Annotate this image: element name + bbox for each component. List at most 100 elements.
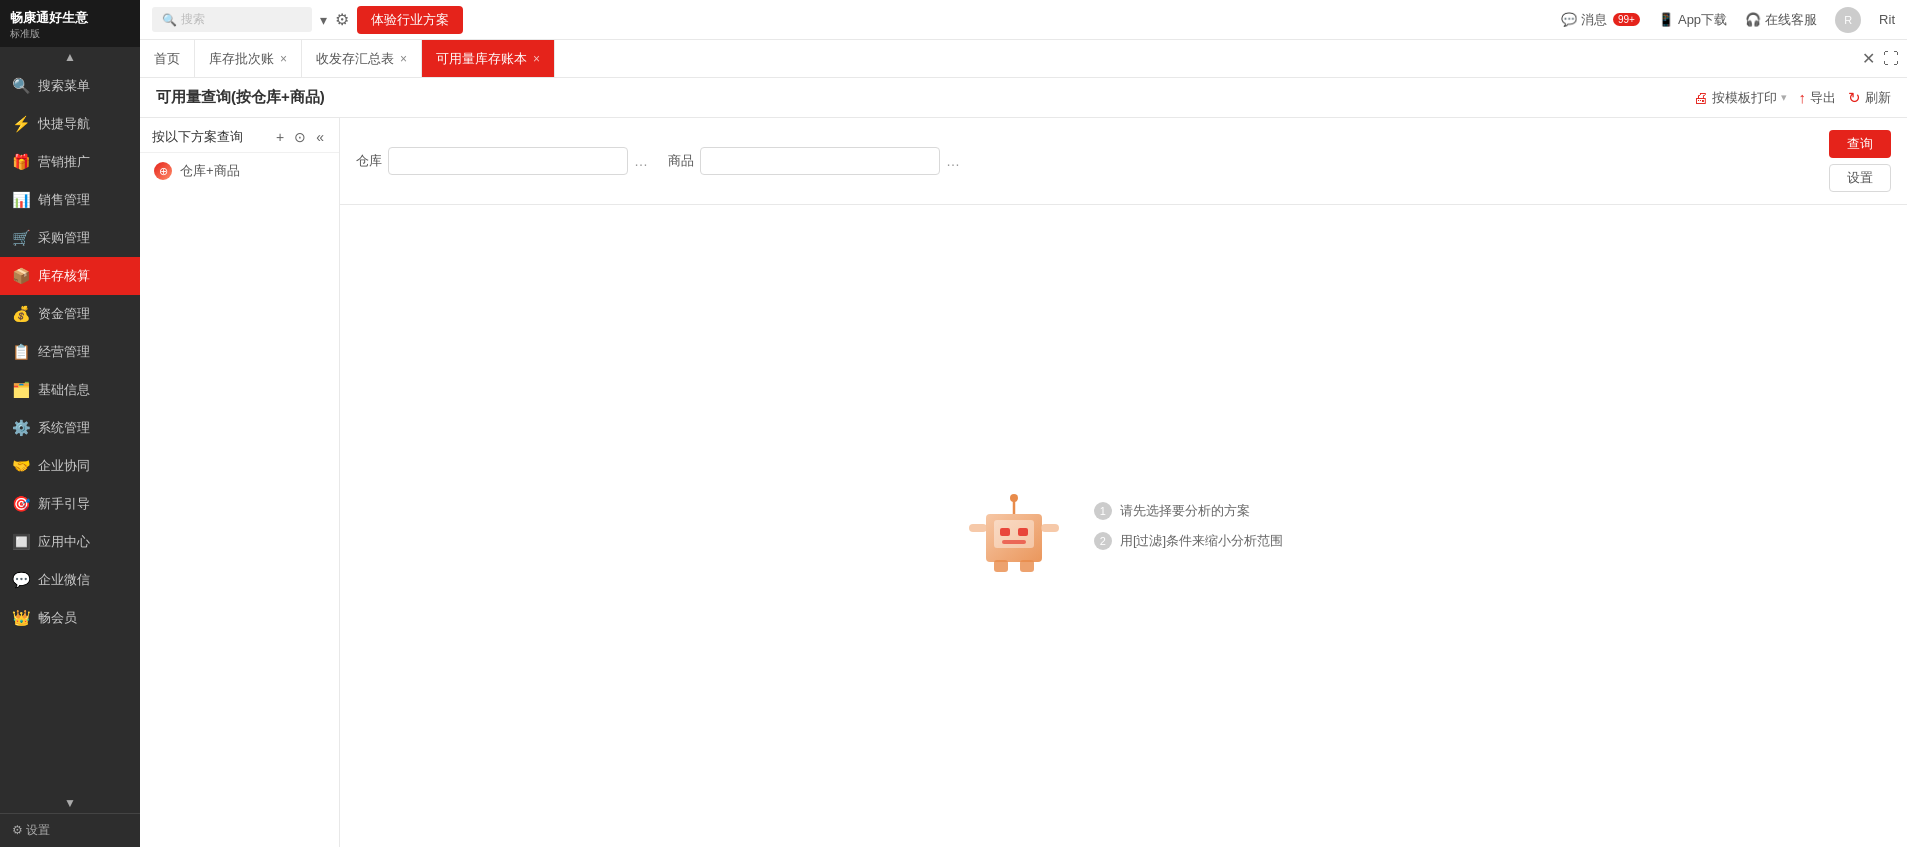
app-download-button[interactable]: 📱 App下载 <box>1658 11 1727 29</box>
sidebar-label-basic-info: 基础信息 <box>38 381 90 399</box>
tab-batch-account[interactable]: 库存批次账 × <box>195 40 302 77</box>
tab-home[interactable]: 首页 <box>140 40 195 77</box>
sidebar-item-new-guide[interactable]: 🎯 新手引导 <box>0 485 140 523</box>
svg-rect-4 <box>1002 540 1026 544</box>
add-scheme-button[interactable]: + <box>273 128 287 146</box>
export-button[interactable]: ↑ 导出 <box>1799 89 1837 107</box>
sidebar-icon-vip-member: 👑 <box>12 609 30 627</box>
sidebar-item-app-center[interactable]: 🔲 应用中心 <box>0 523 140 561</box>
sidebar-item-shortcut[interactable]: ⚡ 快捷导航 <box>0 105 140 143</box>
sidebar-item-enterprise-wechat[interactable]: 💬 企业微信 <box>0 561 140 599</box>
print-button[interactable]: 🖨 按模板打印 ▾ <box>1693 89 1787 107</box>
sidebar-label-search: 搜索菜单 <box>38 77 90 95</box>
refresh-button[interactable]: ↻ 刷新 <box>1848 89 1891 107</box>
trial-industry-button[interactable]: 体验行业方案 <box>357 6 463 34</box>
tab-close-receive-summary[interactable]: × <box>400 52 407 66</box>
sidebar-icon-sys-mgmt: ⚙️ <box>12 419 30 437</box>
tab-close-available-stock[interactable]: × <box>533 52 540 66</box>
sidebar-label-sales-mgmt: 销售管理 <box>38 191 90 209</box>
sidebar-icon-enterprise-collab: 🤝 <box>12 457 30 475</box>
hint-number-1: 1 <box>1094 502 1112 520</box>
app-download-label: App下载 <box>1678 11 1727 29</box>
tab-label-batch-account: 库存批次账 <box>209 50 274 68</box>
export-label: 导出 <box>1810 89 1836 107</box>
topbar-gear-icon[interactable]: ⚙ <box>335 10 349 29</box>
sidebar-icon-stock-accounting: 📦 <box>12 267 30 285</box>
product-filter-field: 商品 … <box>668 147 960 175</box>
sidebar-item-sys-mgmt[interactable]: ⚙️ 系统管理 <box>0 409 140 447</box>
svg-rect-7 <box>969 524 987 532</box>
sidebar-item-fund-mgmt[interactable]: 💰 资金管理 <box>0 295 140 333</box>
sidebar-icon-shortcut: ⚡ <box>12 115 30 133</box>
search-icon: 🔍 <box>162 13 177 27</box>
sidebar-label-stock-accounting: 库存核算 <box>38 267 90 285</box>
sidebar-label-vip-member: 畅会员 <box>38 609 77 627</box>
filter-items-list: ⊕ 仓库+商品 <box>140 153 339 189</box>
avatar[interactable]: R <box>1835 7 1861 33</box>
sidebar-icon-search: 🔍 <box>12 77 30 95</box>
tab-receive-summary[interactable]: 收发存汇总表× <box>302 40 422 77</box>
empty-state: 1 请先选择要分析的方案 2 用[过滤]条件来缩小分析范围 <box>340 205 1907 847</box>
sidebar-item-ops-mgmt[interactable]: 📋 经营管理 <box>0 333 140 371</box>
sidebar-item-purchase-mgmt[interactable]: 🛒 采购管理 <box>0 219 140 257</box>
tabs-bar: 首页库存批次账×收发存汇总表×可用量库存账本× ✕ ⛶ <box>140 40 1907 78</box>
close-tab-button[interactable]: ✕ <box>1862 49 1875 68</box>
topbar: 🔍 搜索 ▾ ⚙ 体验行业方案 💬 消息 99+ 📱 App下载 🎧 在线客服 … <box>140 0 1907 40</box>
sidebar-header: 畅康通好生意 标准版 <box>0 0 140 47</box>
sidebar-icon-new-guide: 🎯 <box>12 495 30 513</box>
sidebar-label-shortcut: 快捷导航 <box>38 115 90 133</box>
print-dropdown-icon[interactable]: ▾ <box>1781 91 1787 104</box>
product-input[interactable] <box>700 147 940 175</box>
tab-available-stock[interactable]: 可用量库存账本 × <box>422 40 555 77</box>
sidebar-item-stock-accounting[interactable]: 📦 库存核算 <box>0 257 140 295</box>
settings-scheme-button[interactable]: ⊙ <box>291 128 309 146</box>
collapse-panel-button[interactable]: « <box>313 128 327 146</box>
product-label: 商品 <box>668 152 694 170</box>
export-icon: ↑ <box>1799 89 1807 106</box>
empty-hints: 1 请先选择要分析的方案 2 用[过滤]条件来缩小分析范围 <box>1094 502 1283 550</box>
query-panel: 仓库 … 商品 … 查询 设置 <box>340 118 1907 847</box>
sidebar-item-sales-mgmt[interactable]: 📊 销售管理 <box>0 181 140 219</box>
svg-rect-2 <box>1000 528 1010 536</box>
sidebar-icon-basic-info: 🗂️ <box>12 381 30 399</box>
messages-button[interactable]: 💬 消息 99+ <box>1561 11 1640 29</box>
hint-text-2: 用[过滤]条件来缩小分析范围 <box>1120 532 1283 550</box>
hint-text-1: 请先选择要分析的方案 <box>1120 502 1250 520</box>
online-service-label: 在线客服 <box>1765 11 1817 29</box>
sidebar-bottom[interactable]: ⚙ 设置 <box>0 813 140 847</box>
sidebar-scroll-down[interactable]: ▼ <box>0 793 140 813</box>
app-name: 畅康通好生意 <box>10 10 130 27</box>
filter-scheme-warehouse-product[interactable]: ⊕ 仓库+商品 <box>140 153 339 189</box>
tab-close-batch-account[interactable]: × <box>280 52 287 66</box>
topbar-dropdown-icon[interactable]: ▾ <box>320 12 327 28</box>
sidebar-item-vip-member[interactable]: 👑 畅会员 <box>0 599 140 637</box>
sidebar-scroll-up[interactable]: ▲ <box>0 47 140 67</box>
topbar-search-box[interactable]: 🔍 搜索 <box>152 7 312 32</box>
refresh-label: 刷新 <box>1865 89 1891 107</box>
tab-label-home: 首页 <box>154 50 180 68</box>
online-service-button[interactable]: 🎧 在线客服 <box>1745 11 1817 29</box>
svg-point-6 <box>1010 494 1018 502</box>
sidebar-item-marketing-promo[interactable]: 🎁 营销推广 <box>0 143 140 181</box>
sidebar-item-enterprise-collab[interactable]: 🤝 企业协同 <box>0 447 140 485</box>
product-more-button[interactable]: … <box>946 153 960 169</box>
filter-panel-header: 按以下方案查询 + ⊙ « <box>140 118 339 153</box>
svg-rect-9 <box>994 560 1008 572</box>
settings-button[interactable]: 设置 <box>1829 164 1891 192</box>
sidebar-label-enterprise-collab: 企业协同 <box>38 457 90 475</box>
empty-hint-2: 2 用[过滤]条件来缩小分析范围 <box>1094 532 1283 550</box>
sidebar-item-search[interactable]: 🔍 搜索菜单 <box>0 67 140 105</box>
tab-label-available-stock: 可用量库存账本 <box>436 50 527 68</box>
warehouse-more-button[interactable]: … <box>634 153 648 169</box>
sidebar-icon-enterprise-wechat: 💬 <box>12 571 30 589</box>
sidebar-label-enterprise-wechat: 企业微信 <box>38 571 90 589</box>
query-button[interactable]: 查询 <box>1829 130 1891 158</box>
hint-number-2: 2 <box>1094 532 1112 550</box>
sidebar-menu: 🔍 搜索菜单⚡ 快捷导航🎁 营销推广📊 销售管理🛒 采购管理📦 库存核算💰 资金… <box>0 67 140 793</box>
app-version: 标准版 <box>10 27 130 41</box>
sidebar-item-basic-info[interactable]: 🗂️ 基础信息 <box>0 371 140 409</box>
maximize-button[interactable]: ⛶ <box>1883 50 1899 68</box>
username-label[interactable]: Rit <box>1879 12 1895 27</box>
sidebar-icon-ops-mgmt: 📋 <box>12 343 30 361</box>
warehouse-input[interactable] <box>388 147 628 175</box>
